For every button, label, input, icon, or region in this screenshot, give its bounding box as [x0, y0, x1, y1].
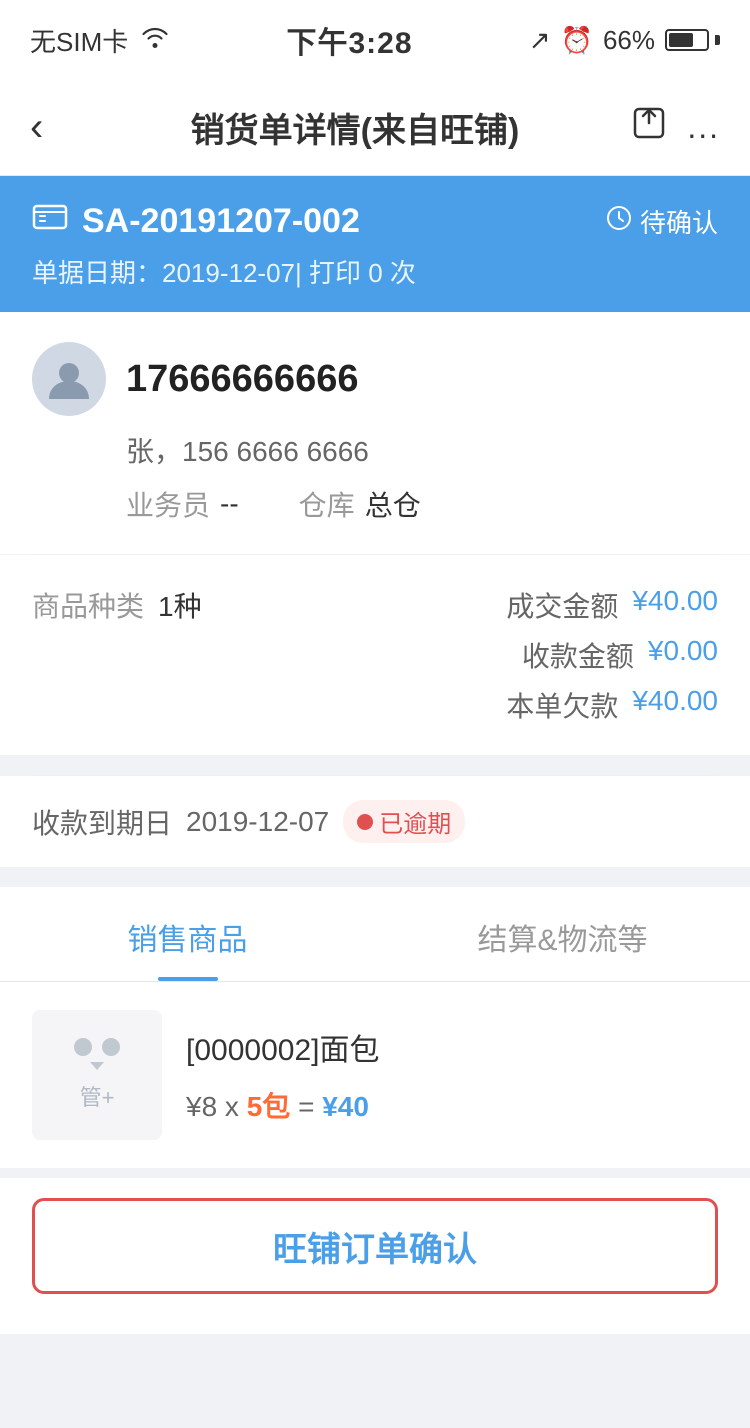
goods-type-value: 1种: [158, 585, 202, 625]
status-bar: 无SIM卡 下午3:28 ↗ ⏰ 66%: [0, 0, 750, 80]
received-amount-value: ¥0.00: [648, 635, 718, 675]
owl-icon: [74, 1038, 120, 1056]
overdue-badge: 已逾期: [343, 800, 465, 843]
product-thumb-inner: 管+: [74, 1038, 120, 1112]
carrier-text: 无SIM卡: [30, 22, 128, 59]
salesperson-label: 业务员: [126, 484, 210, 524]
order-id: SA-20191207-002: [32, 202, 360, 241]
salesperson-item: 业务员 --: [126, 484, 239, 524]
owed-amount-value: ¥40.00: [632, 685, 718, 725]
product-thumbnail: 管+: [32, 1010, 162, 1140]
order-status: 待确认: [606, 203, 718, 240]
nav-bar: ‹ 销货单详情(来自旺铺) ...: [0, 80, 750, 176]
share-icon[interactable]: [631, 105, 667, 150]
status-time: 下午3:28: [286, 18, 412, 62]
customer-section: 17666666666 张，156 6666 6666 业务员 -- 仓库 总仓: [0, 312, 750, 554]
product-qty: 5包: [247, 1091, 291, 1122]
summary-row: 商品种类 1种 成交金额 ¥40.00 收款金额 ¥0.00 本单欠款 ¥40.…: [32, 585, 718, 725]
product-price: ¥8 x 5包 = ¥40: [186, 1085, 718, 1125]
warehouse-item: 仓库 总仓: [299, 484, 421, 524]
tabs-section: 销售商品 结算&物流等 管+ [0000002]面包 ¥8 x 5包 = ¥40: [0, 887, 750, 1168]
order-icon: [32, 202, 68, 241]
alarm-icon: ⏰: [561, 25, 593, 56]
page-title: 销货单详情(来自旺铺): [90, 103, 620, 152]
nav-actions: ...: [620, 105, 720, 150]
deal-amount-row: 成交金额 ¥40.00: [506, 585, 718, 625]
equals-sign: =: [290, 1091, 322, 1122]
location-icon: ↗: [529, 25, 551, 56]
due-date-value: 2019-12-07: [186, 806, 329, 838]
product-info: [0000002]面包 ¥8 x 5包 = ¥40: [186, 1025, 718, 1125]
salesperson-value: --: [220, 488, 239, 520]
wifi-icon: [140, 24, 170, 56]
overdue-dot-icon: [357, 814, 373, 830]
amounts: 成交金额 ¥40.00 收款金额 ¥0.00 本单欠款 ¥40.00: [506, 585, 718, 725]
deal-amount-value: ¥40.00: [632, 585, 718, 625]
product-total: ¥40: [322, 1091, 369, 1122]
order-id-row: SA-20191207-002 待确认: [32, 202, 718, 241]
due-date-label: 收款到期日: [32, 802, 172, 842]
product-item: 管+ [0000002]面包 ¥8 x 5包 = ¥40: [0, 982, 750, 1168]
price-base: ¥8: [186, 1091, 217, 1122]
owed-amount-label: 本单欠款: [506, 685, 618, 725]
avatar: [32, 342, 106, 416]
order-date: 单据日期：2019-12-07| 打印 0 次: [32, 253, 718, 290]
owed-amount-row: 本单欠款 ¥40.00: [506, 685, 718, 725]
order-id-text: SA-20191207-002: [82, 202, 360, 241]
customer-name: 张，156 6666 6666: [126, 430, 718, 470]
battery-icon: [665, 29, 720, 51]
owl-beak: [90, 1062, 104, 1070]
status-right: ↗ ⏰ 66%: [529, 25, 720, 56]
plus-sign: 管+: [80, 1080, 115, 1112]
multiply-sign: x: [217, 1091, 247, 1122]
warehouse-label: 仓库: [299, 484, 355, 524]
back-button[interactable]: ‹: [30, 105, 90, 150]
overdue-text: 已逾期: [379, 804, 451, 839]
received-amount-label: 收款金额: [522, 635, 634, 675]
confirm-order-button[interactable]: 旺铺订单确认: [32, 1198, 718, 1294]
goods-type: 商品种类 1种: [32, 585, 202, 625]
battery-text: 66%: [603, 25, 655, 56]
order-status-text: 待确认: [640, 203, 718, 240]
clock-icon: [606, 205, 632, 238]
tab-settlement[interactable]: 结算&物流等: [375, 887, 750, 981]
order-header: SA-20191207-002 待确认 单据日期：2019-12-07| 打印 …: [0, 176, 750, 312]
summary-section: 商品种类 1种 成交金额 ¥40.00 收款金额 ¥0.00 本单欠款 ¥40.…: [0, 555, 750, 755]
bottom-button-wrap: 旺铺订单确认: [0, 1178, 750, 1334]
warehouse-value: 总仓: [365, 484, 421, 524]
deal-amount-label: 成交金额: [506, 585, 618, 625]
owl-eye-right: [102, 1038, 120, 1056]
tab-sales-goods[interactable]: 销售商品: [0, 887, 375, 981]
customer-phone: 17666666666: [126, 358, 358, 401]
customer-row: 17666666666: [32, 342, 718, 416]
customer-details: 业务员 -- 仓库 总仓: [126, 484, 718, 524]
status-left: 无SIM卡: [30, 22, 170, 59]
tabs-row: 销售商品 结算&物流等: [0, 887, 750, 982]
owl-eye-left: [74, 1038, 92, 1056]
received-amount-row: 收款金额 ¥0.00: [522, 635, 718, 675]
due-section: 收款到期日 2019-12-07 已逾期: [0, 776, 750, 867]
goods-type-label: 商品种类: [32, 585, 144, 625]
product-name: [0000002]面包: [186, 1025, 718, 1069]
more-options-icon[interactable]: ...: [687, 109, 720, 146]
